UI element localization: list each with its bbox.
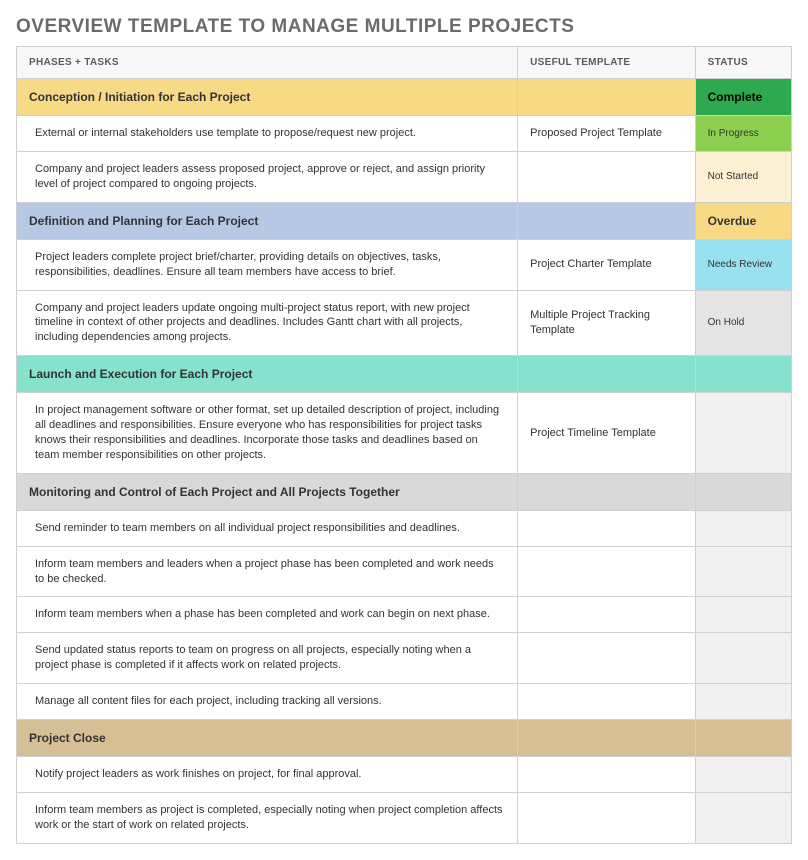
status-cell (695, 356, 791, 393)
status-cell: Overdue (695, 202, 791, 239)
template-cell (518, 152, 696, 203)
table-row: Project leaders complete project brief/c… (17, 239, 792, 290)
template-cell (518, 473, 696, 510)
template-cell (518, 756, 696, 792)
table-row: Notify project leaders as work finishes … (17, 756, 792, 792)
status-cell (695, 756, 791, 792)
template-cell (518, 356, 696, 393)
phases-cell: Project Close (17, 719, 518, 756)
phase-row: Conception / Initiation for Each Project… (17, 79, 792, 116)
template-cell (518, 79, 696, 116)
table-row: Inform team members when a phase has bee… (17, 597, 792, 633)
template-cell: Proposed Project Template (518, 116, 696, 152)
template-cell (518, 597, 696, 633)
phase-row: Launch and Execution for Each Project (17, 356, 792, 393)
template-cell (518, 202, 696, 239)
phases-cell: Definition and Planning for Each Project (17, 202, 518, 239)
status-cell: In Progress (695, 116, 791, 152)
template-cell (518, 792, 696, 843)
header-template: USEFUL TEMPLATE (518, 47, 696, 79)
table-row: Manage all content files for each projec… (17, 683, 792, 719)
template-cell: Project Charter Template (518, 239, 696, 290)
template-cell: Multiple Project Tracking Template (518, 290, 696, 356)
status-cell: Needs Review (695, 239, 791, 290)
table-header-row: PHASES + TASKS USEFUL TEMPLATE STATUS (17, 47, 792, 79)
status-cell: Not Started (695, 152, 791, 203)
phases-cell: Monitoring and Control of Each Project a… (17, 473, 518, 510)
phase-row: Definition and Planning for Each Project… (17, 202, 792, 239)
table-row: Inform team members and leaders when a p… (17, 546, 792, 597)
phases-cell: Send updated status reports to team on p… (17, 633, 518, 684)
phases-cell: External or internal stakeholders use te… (17, 116, 518, 152)
phases-cell: Launch and Execution for Each Project (17, 356, 518, 393)
phases-cell: Company and project leaders assess propo… (17, 152, 518, 203)
phase-row: Project Close (17, 719, 792, 756)
projects-table: PHASES + TASKS USEFUL TEMPLATE STATUS Co… (16, 46, 792, 844)
header-phases: PHASES + TASKS (17, 47, 518, 79)
template-cell (518, 719, 696, 756)
status-cell (695, 719, 791, 756)
status-cell (695, 473, 791, 510)
status-cell (695, 393, 791, 473)
template-cell (518, 633, 696, 684)
phase-row: Monitoring and Control of Each Project a… (17, 473, 792, 510)
table-row: Company and project leaders assess propo… (17, 152, 792, 203)
table-row: Inform team members as project is comple… (17, 792, 792, 843)
status-cell: Complete (695, 79, 791, 116)
status-cell: On Hold (695, 290, 791, 356)
status-cell (695, 683, 791, 719)
status-cell (695, 633, 791, 684)
status-cell (695, 510, 791, 546)
phases-cell: Inform team members when a phase has bee… (17, 597, 518, 633)
table-row: External or internal stakeholders use te… (17, 116, 792, 152)
header-status: STATUS (695, 47, 791, 79)
phases-cell: Conception / Initiation for Each Project (17, 79, 518, 116)
status-cell (695, 792, 791, 843)
table-row: Company and project leaders update ongoi… (17, 290, 792, 356)
status-cell (695, 546, 791, 597)
table-row: Send reminder to team members on all ind… (17, 510, 792, 546)
phases-cell: Send reminder to team members on all ind… (17, 510, 518, 546)
phases-cell: Inform team members and leaders when a p… (17, 546, 518, 597)
template-cell (518, 683, 696, 719)
phases-cell: Notify project leaders as work finishes … (17, 756, 518, 792)
table-row: Send updated status reports to team on p… (17, 633, 792, 684)
template-cell (518, 510, 696, 546)
page-title: OVERVIEW TEMPLATE TO MANAGE MULTIPLE PRO… (16, 16, 792, 38)
phases-cell: Inform team members as project is comple… (17, 792, 518, 843)
template-cell (518, 546, 696, 597)
phases-cell: Manage all content files for each projec… (17, 683, 518, 719)
status-cell (695, 597, 791, 633)
table-row: In project management software or other … (17, 393, 792, 473)
template-cell: Project Timeline Template (518, 393, 696, 473)
phases-cell: Project leaders complete project brief/c… (17, 239, 518, 290)
phases-cell: Company and project leaders update ongoi… (17, 290, 518, 356)
phases-cell: In project management software or other … (17, 393, 518, 473)
